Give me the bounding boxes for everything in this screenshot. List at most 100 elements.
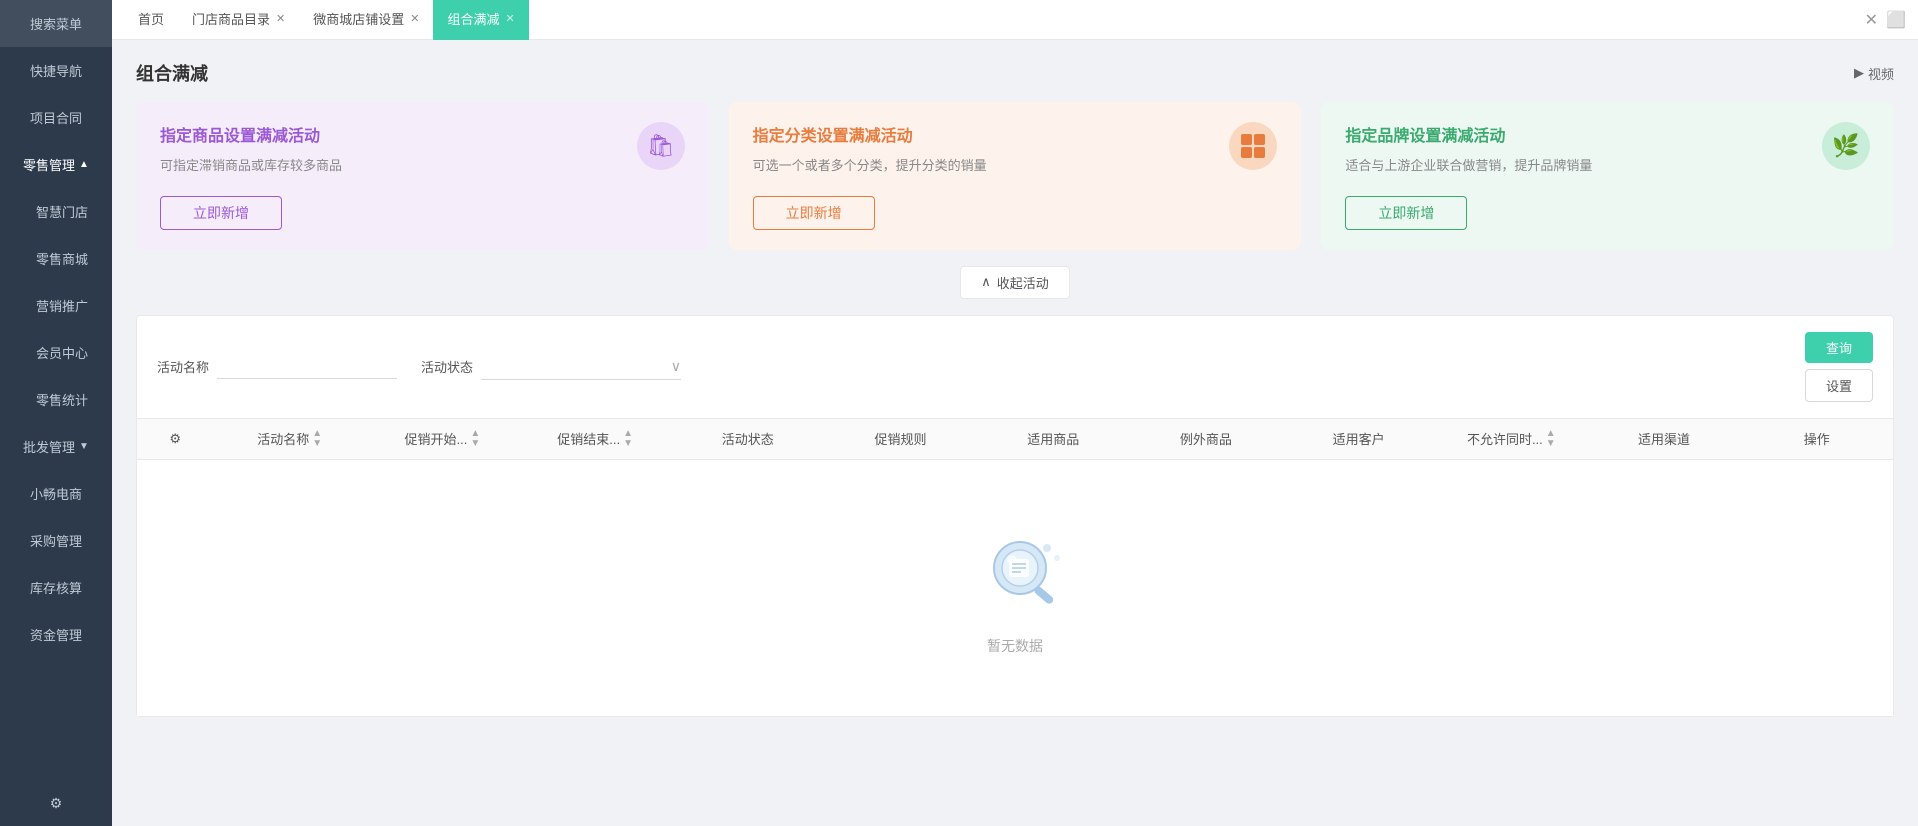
card-brand-title: 指定品牌设置满减活动 (1345, 122, 1870, 146)
filter-actions: 查询 设置 (1805, 332, 1873, 402)
close-window-icon[interactable]: ✕ (1865, 10, 1878, 30)
sidebar-item-label: 零售统计 (36, 390, 88, 409)
col-name: 活动名称 ▲▼ (213, 429, 366, 449)
activity-status-select[interactable]: ∨ (481, 354, 681, 380)
col-end: 促销结束... ▲▼ (519, 429, 672, 449)
card-category: 指定分类设置满减活动 可选一个或者多个分类，提升分类的销量 立即新增 (729, 102, 1302, 250)
sidebar-item-smart-store[interactable]: 智慧门店 (0, 188, 112, 235)
card-product: 指定商品设置满减活动 🛍 可指定滞销商品或库存较多商品 立即新增 (136, 102, 709, 250)
card-brand: 指定品牌设置满减活动 🌿 适合与上游企业联合做营销，提升品牌销量 立即新增 (1321, 102, 1894, 250)
card-brand-desc: 适合与上游企业联合做营销，提升品牌销量 (1345, 156, 1870, 176)
col-action: 操作 (1740, 429, 1893, 448)
card-brand-btn[interactable]: 立即新增 (1345, 196, 1467, 230)
sidebar-item-fund-management[interactable]: 资金管理 (0, 611, 112, 658)
sidebar-item-retail-stats[interactable]: 零售统计 (0, 376, 112, 423)
content-area: 组合满减 ▶ 视频 指定商品设置满减活动 🛍 可指定滞销商品或库存较多商品 立即… (112, 40, 1918, 826)
sidebar-item-project-contract[interactable]: 项目合同 (0, 94, 112, 141)
sidebar-item-label: 资金管理 (30, 625, 82, 644)
col-status: 活动状态 (671, 429, 824, 448)
card-product-icon: 🛍 (637, 122, 685, 170)
sidebar-item-label: 智慧门店 (36, 202, 88, 221)
activity-status-label: 活动状态 (421, 357, 473, 376)
expand-window-icon[interactable]: ⬜ (1886, 10, 1906, 30)
tab-combo-discount[interactable]: 组合满减 ✕ (433, 0, 528, 40)
activity-name-input[interactable] (217, 355, 397, 379)
sidebar-item-label: 小畅电商 (30, 484, 82, 503)
tab-home[interactable]: 首页 (124, 0, 178, 40)
gear-settings-icon[interactable]: ⚙ (169, 431, 181, 447)
tab-wechat-shop-settings[interactable]: 微商城店铺设置 ✕ (299, 0, 433, 40)
sidebar-item-quick-nav[interactable]: 快捷导航 (0, 47, 112, 94)
card-category-desc: 可选一个或者多个分类，提升分类的销量 (753, 156, 1278, 176)
collapse-bar: ∧ 收起活动 (136, 266, 1894, 299)
sidebar-item-label: 会员中心 (36, 343, 88, 362)
chevron-up-icon: ▲ (79, 159, 89, 170)
empty-state: 暂无数据 (137, 460, 1893, 716)
col-rule: 促销规则 (824, 429, 977, 448)
sort-icon[interactable]: ▲▼ (470, 429, 480, 449)
setting-button[interactable]: 设置 (1805, 369, 1873, 402)
page-header: 组合满减 ▶ 视频 (136, 60, 1894, 86)
cards-row: 指定商品设置满减活动 🛍 可指定滞销商品或库存较多商品 立即新增 指定分类设置满… (136, 102, 1894, 250)
collapse-button[interactable]: ∧ 收起活动 (960, 266, 1070, 299)
sidebar-item-marketing[interactable]: 营销推广 (0, 282, 112, 329)
col-gear: ⚙ (137, 431, 213, 447)
tab-bar: 首页 门店商品目录 ✕ 微商城店铺设置 ✕ 组合满减 ✕ ✕ ⬜ (112, 0, 1918, 40)
sidebar-item-xiaoqi-ecom[interactable]: 小畅电商 (0, 470, 112, 517)
sidebar-item-wholesale-management[interactable]: 批发管理 ▼ (0, 423, 112, 470)
activity-name-label: 活动名称 (157, 357, 209, 376)
sidebar-item-label: 项目合同 (30, 108, 82, 127)
col-customer: 适用客户 (1282, 429, 1435, 448)
card-brand-icon: 🌿 (1822, 122, 1870, 170)
sidebar-item-label: 零售管理 (23, 155, 75, 174)
close-icon[interactable]: ✕ (276, 12, 285, 25)
page-title: 组合满减 (136, 60, 208, 86)
sidebar-item-label: 库存核算 (30, 578, 82, 597)
card-category-icon (1229, 122, 1277, 170)
empty-text: 暂无数据 (987, 636, 1043, 656)
card-category-btn[interactable]: 立即新增 (753, 196, 875, 230)
sidebar-item-label: 零售商城 (36, 249, 88, 268)
card-product-desc: 可指定滞销商品或库存较多商品 (160, 156, 685, 176)
activity-name-field: 活动名称 (157, 355, 397, 379)
sidebar-item-label: 营销推广 (36, 296, 88, 315)
sidebar-item-search-menu[interactable]: 搜索菜单 (0, 0, 112, 47)
col-exception: 例外商品 (1130, 429, 1283, 448)
query-button[interactable]: 查询 (1805, 332, 1873, 363)
sort-icon[interactable]: ▲▼ (1546, 429, 1556, 449)
sidebar-item-label: 快捷导航 (30, 61, 82, 80)
col-channel: 适用渠道 (1588, 429, 1741, 448)
filter-row: 活动名称 活动状态 ∨ 查询 设置 (137, 316, 1893, 418)
video-link[interactable]: ▶ 视频 (1854, 64, 1894, 83)
sidebar-item-label: 搜索菜单 (30, 14, 82, 33)
filter-table-container: 活动名称 活动状态 ∨ 查询 设置 ⚙ (136, 315, 1894, 717)
chevron-up-icon: ∧ (981, 274, 991, 290)
sidebar-item-label: 批发管理 (23, 437, 75, 456)
sort-icon[interactable]: ▲▼ (623, 429, 633, 449)
sort-icon[interactable]: ▲▼ (312, 429, 322, 449)
play-icon: ▶ (1854, 65, 1864, 81)
card-product-btn[interactable]: 立即新增 (160, 196, 282, 230)
sidebar-item-retail-management[interactable]: 零售管理 ▲ (0, 141, 112, 188)
sidebar-item-inventory-accounting[interactable]: 库存核算 (0, 564, 112, 611)
sidebar-item-retail-mall[interactable]: 零售商城 (0, 235, 112, 282)
close-icon[interactable]: ✕ (506, 12, 515, 25)
close-icon[interactable]: ✕ (410, 12, 419, 25)
gear-icon[interactable]: ⚙ (0, 781, 112, 826)
sidebar-item-purchase-management[interactable]: 采购管理 (0, 517, 112, 564)
activity-status-field: 活动状态 ∨ (421, 354, 681, 380)
card-product-title: 指定商品设置满减活动 (160, 122, 685, 146)
col-goods: 适用商品 (977, 429, 1130, 448)
card-category-title: 指定分类设置满减活动 (753, 122, 1278, 146)
tab-store-catalog[interactable]: 门店商品目录 ✕ (178, 0, 299, 40)
sidebar-item-label: 采购管理 (30, 531, 82, 550)
window-controls: ✕ ⬜ (1865, 10, 1906, 30)
chevron-down-icon: ∨ (671, 358, 681, 375)
col-no-concurrent: 不允许同时... ▲▼ (1435, 429, 1588, 449)
chevron-down-icon: ▼ (79, 441, 89, 452)
sidebar: 搜索菜单 快捷导航 项目合同 零售管理 ▲ 智慧门店 零售商城 营销推广 会员中… (0, 0, 112, 826)
main-area: 首页 门店商品目录 ✕ 微商城店铺设置 ✕ 组合满减 ✕ ✕ ⬜ 组合满减 ▶ … (112, 0, 1918, 826)
empty-illustration (965, 520, 1065, 620)
sidebar-item-member-center[interactable]: 会员中心 (0, 329, 112, 376)
table-header: ⚙ 活动名称 ▲▼ 促销开始... ▲▼ 促销结束... ▲▼ 活动状态 (137, 418, 1893, 460)
